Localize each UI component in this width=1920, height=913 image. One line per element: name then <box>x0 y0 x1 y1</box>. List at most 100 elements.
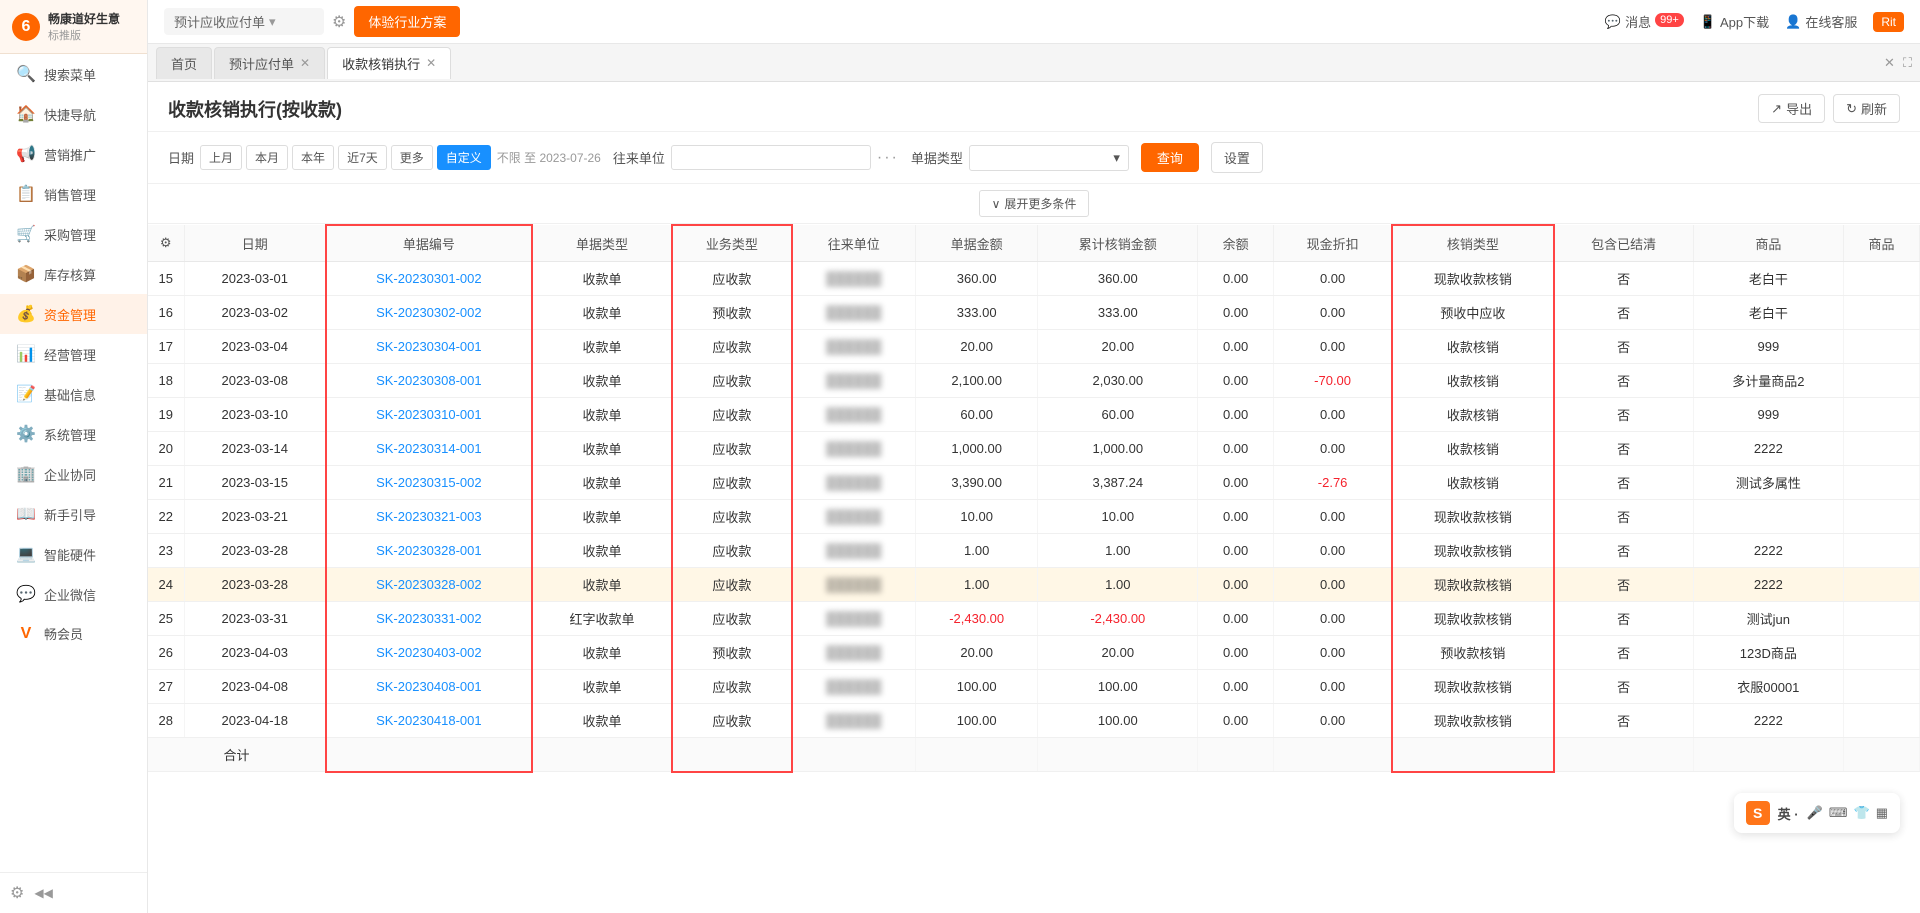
sidebar-item-guide[interactable]: 📖 新手引导 <box>0 494 147 534</box>
messages-section[interactable]: 💬 消息 99+ <box>1605 12 1684 31</box>
tab-prepay-close[interactable]: ✕ <box>300 56 310 70</box>
sidebar-item-label: 库存核算 <box>44 265 96 284</box>
bill-no-link[interactable]: SK-20230314-001 <box>376 441 482 456</box>
th-bill-type[interactable]: 单据类型 <box>532 225 672 262</box>
breadcrumb[interactable]: 预计应收应付单 ▾ <box>164 8 324 35</box>
th-write-off[interactable]: 累计核销金额 <box>1038 225 1198 262</box>
date-btn-this-month[interactable]: 本月 <box>246 145 288 170</box>
bill-no-link[interactable]: SK-20230331-002 <box>376 611 482 626</box>
sidebar-item-marketing[interactable]: 📢 营销推广 <box>0 134 147 174</box>
cell-bill-no[interactable]: SK-20230304-001 <box>326 330 532 364</box>
cell-amount: 60.00 <box>915 398 1038 432</box>
date-btn-more[interactable]: 更多 <box>391 145 433 170</box>
date-btn-this-year[interactable]: 本年 <box>292 145 334 170</box>
expand-tab-icon[interactable]: ⛶ <box>1903 55 1912 71</box>
th-balance[interactable]: 余额 <box>1198 225 1274 262</box>
sidebar-item-inventory[interactable]: 📦 库存核算 <box>0 254 147 294</box>
topbar-gear-icon[interactable]: ⚙ <box>332 12 346 32</box>
cell-bill-no[interactable]: SK-20230408-001 <box>326 670 532 704</box>
bill-no-link[interactable]: SK-20230310-001 <box>376 407 482 422</box>
table-row: 152023-03-01SK-20230301-002收款单应收款██████3… <box>148 262 1920 296</box>
th-unit[interactable]: 往来单位 <box>792 225 916 262</box>
settings-icon[interactable]: ⚙ <box>10 883 24 903</box>
shirt-icon[interactable]: 👕 <box>1854 805 1870 821</box>
sidebar-item-purchase[interactable]: 🛒 采购管理 <box>0 214 147 254</box>
cell-bill-no[interactable]: SK-20230328-002 <box>326 568 532 602</box>
grid-icon[interactable]: ▦ <box>1876 805 1888 821</box>
cell-date: 2023-03-28 <box>184 534 326 568</box>
solution-button[interactable]: 体验行业方案 <box>354 6 460 37</box>
expand-more-button[interactable]: ∨ 展开更多条件 <box>979 190 1090 217</box>
tab-receipt[interactable]: 收款核销执行 ✕ <box>327 47 451 79</box>
th-goods2[interactable]: 商品 <box>1844 225 1920 262</box>
th-date[interactable]: 日期 <box>184 225 326 262</box>
cell-bill-no[interactable]: SK-20230315-002 <box>326 466 532 500</box>
refresh-button[interactable]: ↻ 刷新 <box>1833 94 1900 123</box>
date-btn-last-month[interactable]: 上月 <box>200 145 242 170</box>
bill-no-link[interactable]: SK-20230304-001 <box>376 339 482 354</box>
sidebar-item-search[interactable]: 🔍 搜索菜单 <box>0 54 147 94</box>
th-goods1[interactable]: 商品 <box>1693 225 1843 262</box>
query-button[interactable]: 查询 <box>1141 143 1199 172</box>
bill-no-link[interactable]: SK-20230315-002 <box>376 475 482 490</box>
export-button[interactable]: ↗ 导出 <box>1758 94 1825 123</box>
cell-bill-no[interactable]: SK-20230314-001 <box>326 432 532 466</box>
keyboard-icon[interactable]: ⌨ <box>1829 805 1848 821</box>
sidebar-item-enterprise[interactable]: 🏢 企业协同 <box>0 454 147 494</box>
cell-bill-no[interactable]: SK-20230302-002 <box>326 296 532 330</box>
sidebar-item-sales[interactable]: 📋 销售管理 <box>0 174 147 214</box>
cell-balance: 0.00 <box>1198 330 1274 364</box>
cell-goods2 <box>1844 296 1920 330</box>
mic-icon[interactable]: 🎤 <box>1807 805 1823 821</box>
cell-bill-no[interactable]: SK-20230308-001 <box>326 364 532 398</box>
th-settled[interactable]: 包含已结清 <box>1554 225 1694 262</box>
bill-no-link[interactable]: SK-20230328-002 <box>376 577 482 592</box>
cell-date: 2023-03-08 <box>184 364 326 398</box>
footer-goods1 <box>1693 738 1843 772</box>
collapse-icon[interactable]: ◀◀ <box>34 886 52 900</box>
unit-input[interactable] <box>671 145 871 170</box>
th-cash-disc[interactable]: 现金折扣 <box>1274 225 1393 262</box>
th-write-off-type[interactable]: 核销类型 <box>1392 225 1553 262</box>
cell-bill-no[interactable]: SK-20230331-002 <box>326 602 532 636</box>
bill-no-link[interactable]: SK-20230418-001 <box>376 713 482 728</box>
bill-no-link[interactable]: SK-20230328-001 <box>376 543 482 558</box>
cell-num: 28 <box>148 704 184 738</box>
sidebar-item-basic-info[interactable]: 📝 基础信息 <box>0 374 147 414</box>
bill-no-link[interactable]: SK-20230301-002 <box>376 271 482 286</box>
close-all-icon[interactable]: ✕ <box>1884 55 1895 71</box>
th-settings[interactable]: ⚙ <box>148 225 184 262</box>
sidebar-item-finance[interactable]: 💰 资金管理 <box>0 294 147 334</box>
sidebar-item-hardware[interactable]: 💻 智能硬件 <box>0 534 147 574</box>
th-biz-type[interactable]: 业务类型 <box>672 225 791 262</box>
date-btn-custom[interactable]: 自定义 <box>437 145 491 170</box>
bill-no-link[interactable]: SK-20230408-001 <box>376 679 482 694</box>
bill-no-link[interactable]: SK-20230308-001 <box>376 373 482 388</box>
bill-no-link[interactable]: SK-20230403-002 <box>376 645 482 660</box>
bill-no-link[interactable]: SK-20230302-002 <box>376 305 482 320</box>
bill-type-select[interactable]: ▾ <box>969 145 1129 171</box>
tab-receipt-close[interactable]: ✕ <box>426 56 436 70</box>
cell-bill-no[interactable]: SK-20230310-001 <box>326 398 532 432</box>
app-download-section[interactable]: 📱 App下载 <box>1700 12 1769 31</box>
sidebar-item-system[interactable]: ⚙️ 系统管理 <box>0 414 147 454</box>
tab-prepay[interactable]: 预计应付单 ✕ <box>214 47 325 79</box>
cell-bill-no[interactable]: SK-20230328-001 <box>326 534 532 568</box>
sidebar-item-wechat[interactable]: 💬 企业微信 <box>0 574 147 614</box>
cell-bill-no[interactable]: SK-20230403-002 <box>326 636 532 670</box>
cell-bill-no[interactable]: SK-20230418-001 <box>326 704 532 738</box>
cell-bill-no[interactable]: SK-20230321-003 <box>326 500 532 534</box>
support-section[interactable]: 👤 在线客服 <box>1785 12 1857 31</box>
th-bill-no[interactable]: 单据编号 <box>326 225 532 262</box>
tab-home[interactable]: 首页 <box>156 47 212 79</box>
cell-bill-no[interactable]: SK-20230301-002 <box>326 262 532 296</box>
th-amount[interactable]: 单据金额 <box>915 225 1038 262</box>
sidebar-item-member[interactable]: V 畅会员 <box>0 614 147 653</box>
filter-settings-button[interactable]: 设置 <box>1211 142 1263 173</box>
cell-unit: ██████ <box>792 398 916 432</box>
sidebar-item-quick-nav[interactable]: 🏠 快捷导航 <box>0 94 147 134</box>
user-avatar[interactable]: Rit <box>1873 12 1904 32</box>
date-btn-7days[interactable]: 近7天 <box>338 145 387 170</box>
bill-no-link[interactable]: SK-20230321-003 <box>376 509 482 524</box>
sidebar-item-operations[interactable]: 📊 经营管理 <box>0 334 147 374</box>
